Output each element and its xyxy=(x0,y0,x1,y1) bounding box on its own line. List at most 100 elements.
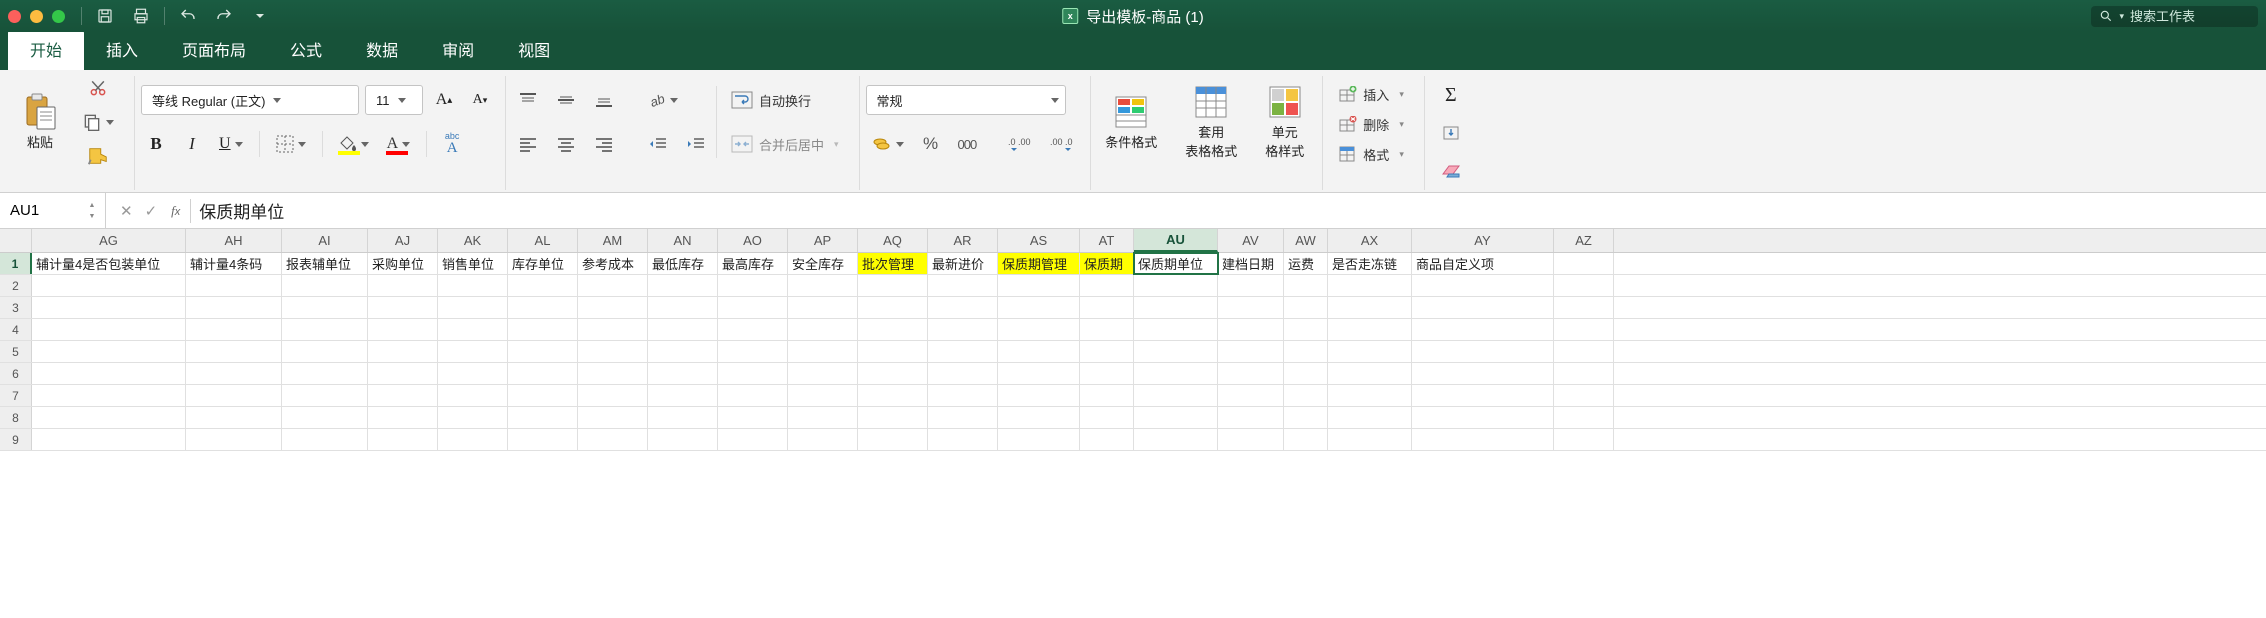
cell[interactable] xyxy=(1284,297,1328,318)
cell[interactable] xyxy=(368,275,438,296)
cell[interactable] xyxy=(32,319,186,340)
cell[interactable] xyxy=(1412,429,1554,450)
insert-cells-button[interactable]: 插入▾ xyxy=(1333,80,1410,108)
column-header[interactable]: AQ xyxy=(858,229,928,252)
cell[interactable]: 建档日期 xyxy=(1218,253,1284,274)
column-header[interactable]: AJ xyxy=(368,229,438,252)
font-size-combo[interactable]: 11 xyxy=(365,85,423,115)
increase-decimal-button[interactable]: .0.00 xyxy=(1002,129,1038,159)
cell[interactable]: 保质期 xyxy=(1080,253,1134,274)
cell[interactable] xyxy=(282,297,368,318)
cell[interactable] xyxy=(186,297,282,318)
copy-button[interactable] xyxy=(76,107,120,137)
cell[interactable] xyxy=(928,407,998,428)
column-header[interactable]: AU xyxy=(1134,229,1218,252)
phonetic-button[interactable]: abcA xyxy=(437,129,467,159)
cell[interactable] xyxy=(1218,407,1284,428)
cell[interactable] xyxy=(282,363,368,384)
cell[interactable] xyxy=(998,429,1080,450)
cell[interactable] xyxy=(998,407,1080,428)
cell[interactable] xyxy=(858,297,928,318)
cell[interactable] xyxy=(282,275,368,296)
select-all-corner[interactable] xyxy=(0,229,32,252)
cell[interactable] xyxy=(788,385,858,406)
row-header[interactable]: 1 xyxy=(0,253,32,274)
cell[interactable] xyxy=(1218,429,1284,450)
cell[interactable] xyxy=(368,385,438,406)
cell[interactable] xyxy=(858,407,928,428)
cell[interactable] xyxy=(1328,385,1412,406)
column-header[interactable]: AL xyxy=(508,229,578,252)
cell[interactable] xyxy=(858,363,928,384)
cell[interactable] xyxy=(648,275,718,296)
increase-indent-button[interactable] xyxy=(680,129,712,159)
row-header[interactable]: 2 xyxy=(0,275,32,296)
cell[interactable] xyxy=(928,363,998,384)
cell[interactable] xyxy=(1328,275,1412,296)
fx-icon[interactable]: fx xyxy=(171,203,180,219)
column-header[interactable]: AI xyxy=(282,229,368,252)
minimize-window-button[interactable] xyxy=(30,10,43,23)
cell[interactable] xyxy=(1080,385,1134,406)
cell[interactable] xyxy=(438,363,508,384)
cell[interactable] xyxy=(648,341,718,362)
cell[interactable] xyxy=(648,297,718,318)
cell[interactable] xyxy=(1284,341,1328,362)
qat-customize-icon[interactable] xyxy=(245,4,275,28)
cell[interactable] xyxy=(1134,341,1218,362)
cell[interactable] xyxy=(508,319,578,340)
format-painter-button[interactable] xyxy=(76,141,120,171)
cell[interactable] xyxy=(718,429,788,450)
cell[interactable] xyxy=(282,429,368,450)
cell[interactable] xyxy=(1412,319,1554,340)
column-header[interactable]: AK xyxy=(438,229,508,252)
cell[interactable] xyxy=(1328,297,1412,318)
enter-formula-button[interactable]: ✓ xyxy=(145,202,158,220)
cell[interactable] xyxy=(186,407,282,428)
cell[interactable] xyxy=(998,297,1080,318)
cell[interactable] xyxy=(1218,341,1284,362)
row-header[interactable]: 8 xyxy=(0,407,32,428)
cell[interactable] xyxy=(186,275,282,296)
delete-cells-button[interactable]: 删除▾ xyxy=(1333,110,1410,138)
cell[interactable] xyxy=(438,407,508,428)
cancel-formula-button[interactable]: ✕ xyxy=(120,202,133,220)
name-box-down[interactable]: ▼ xyxy=(85,211,99,222)
cell[interactable] xyxy=(788,275,858,296)
bold-button[interactable]: B xyxy=(141,129,171,159)
cell[interactable] xyxy=(32,297,186,318)
column-header[interactable]: AX xyxy=(1328,229,1412,252)
cell[interactable] xyxy=(1412,275,1554,296)
print-icon[interactable] xyxy=(126,4,156,28)
column-header[interactable]: AT xyxy=(1080,229,1134,252)
cell[interactable] xyxy=(438,297,508,318)
align-center-button[interactable] xyxy=(550,129,582,159)
cell[interactable] xyxy=(32,275,186,296)
cell[interactable]: 销售单位 xyxy=(438,253,508,274)
redo-button[interactable] xyxy=(209,4,239,28)
cell[interactable] xyxy=(368,429,438,450)
cell[interactable] xyxy=(928,341,998,362)
cell[interactable] xyxy=(998,385,1080,406)
cell[interactable] xyxy=(1284,319,1328,340)
cell[interactable] xyxy=(1080,363,1134,384)
cell[interactable]: 库存单位 xyxy=(508,253,578,274)
cell[interactable] xyxy=(186,341,282,362)
cell[interactable] xyxy=(32,363,186,384)
cell[interactable] xyxy=(368,363,438,384)
cell[interactable] xyxy=(718,297,788,318)
cell[interactable]: 是否走冻链 xyxy=(1328,253,1412,274)
cell[interactable] xyxy=(578,341,648,362)
column-header[interactable]: AZ xyxy=(1554,229,1614,252)
cell[interactable] xyxy=(1134,363,1218,384)
cell[interactable] xyxy=(578,385,648,406)
clear-button[interactable] xyxy=(1435,156,1467,186)
cell[interactable]: 保质期管理 xyxy=(998,253,1080,274)
cell[interactable] xyxy=(508,429,578,450)
cell[interactable] xyxy=(1412,363,1554,384)
row-header[interactable]: 7 xyxy=(0,385,32,406)
cell[interactable] xyxy=(998,341,1080,362)
cell[interactable] xyxy=(718,319,788,340)
column-header[interactable]: AG xyxy=(32,229,186,252)
align-top-button[interactable] xyxy=(512,85,544,115)
